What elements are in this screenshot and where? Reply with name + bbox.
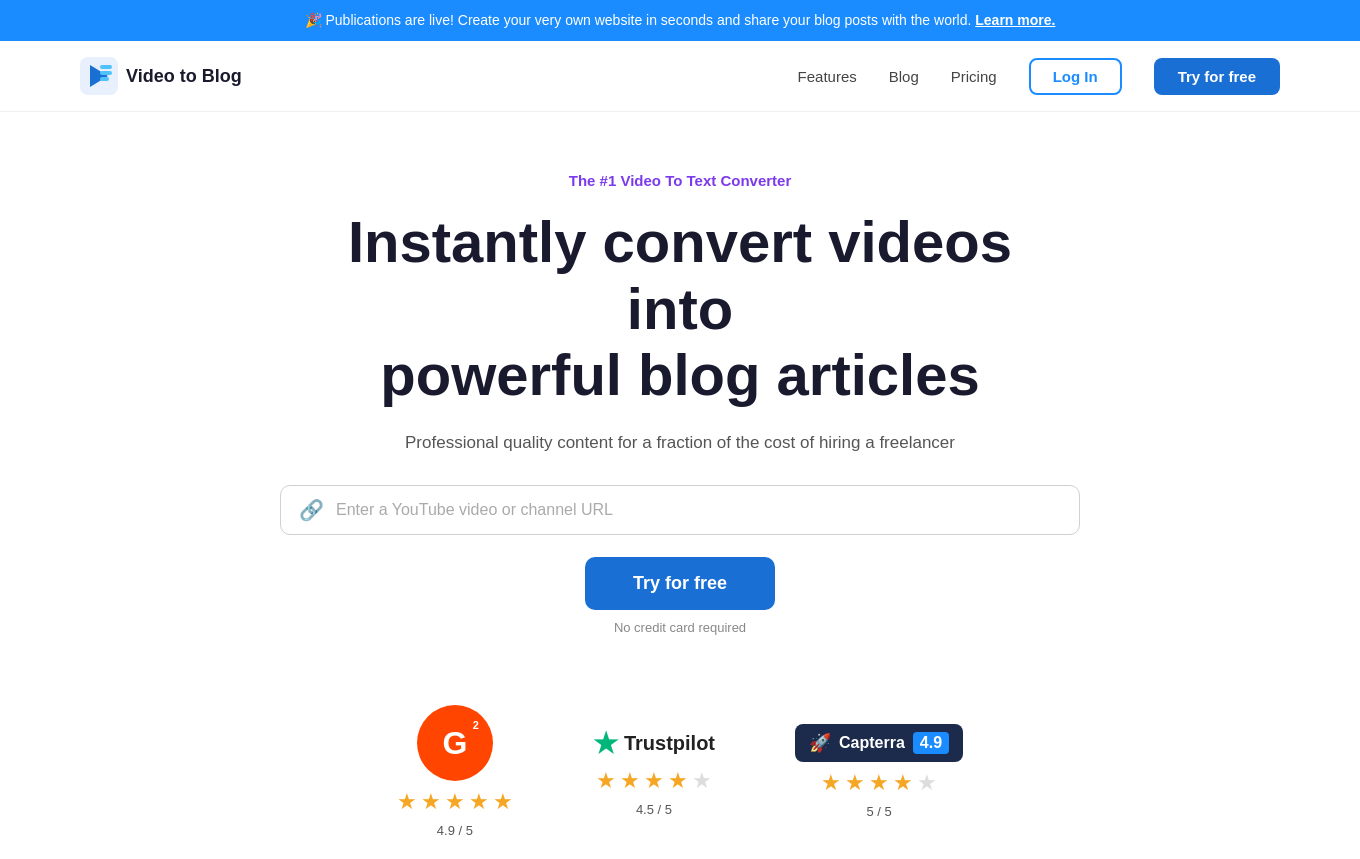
g2-rating: 2 G ★ ★ ★ ★ ★ 4.9 / 5 [397,705,513,838]
hero-section: The #1 Video To Text Converter Instantly… [0,112,1360,859]
cap-star-3: ★ [869,770,889,796]
hero-title: Instantly convert videos into powerful b… [290,209,1070,409]
capterra-score-badge: 4.9 [913,732,949,754]
capterra-rating: 🚀 Capterra 4.9 ★ ★ ★ ★ ★ 5 / 5 [795,724,963,819]
g2-letter: G [442,727,467,759]
capterra-stars: ★ ★ ★ ★ ★ [821,770,937,796]
g2-badge: 2 G [417,705,493,781]
star-4: ★ [469,789,489,815]
nav-links: Features Blog Pricing Log In Try for fre… [798,58,1280,95]
announcement-banner: 🎉 Publications are live! Create your ver… [0,0,1360,41]
star-5: ★ [493,789,513,815]
svg-rect-2 [100,65,112,69]
tp-star-1: ★ [596,768,616,794]
nav-try-button[interactable]: Try for free [1154,58,1280,95]
navigation: Video to Blog Features Blog Pricing Log … [0,41,1360,112]
cap-star-2: ★ [845,770,865,796]
ratings-section: 2 G ★ ★ ★ ★ ★ 4.9 / 5 ★ Trustpilot ★ ★ ★ [20,685,1340,859]
capterra-badge: 🚀 Capterra 4.9 [795,724,963,762]
g2-stars: ★ ★ ★ ★ ★ [397,789,513,815]
logo-text: Video to Blog [126,66,242,87]
hero-title-line2: powerful blog articles [380,342,979,407]
hero-try-button[interactable]: Try for free [585,557,775,610]
trustpilot-rating: ★ Trustpilot ★ ★ ★ ★ ★ 4.5 / 5 [593,727,715,817]
star-2: ★ [421,789,441,815]
trustpilot-stars: ★ ★ ★ ★ ★ [596,768,712,794]
hero-title-line1: Instantly convert videos into [348,209,1012,341]
no-credit-card-text: No credit card required [614,620,746,635]
star-1: ★ [397,789,417,815]
capterra-label: Capterra [839,734,905,752]
nav-blog[interactable]: Blog [889,68,919,85]
trustpilot-badge: ★ Trustpilot [593,727,715,760]
cap-star-5: ★ [917,770,937,796]
nav-features[interactable]: Features [798,68,857,85]
hero-subtitle: Professional quality content for a fract… [405,433,955,453]
cap-star-1: ★ [821,770,841,796]
logo-link[interactable]: Video to Blog [80,57,242,95]
login-button[interactable]: Log In [1029,58,1122,95]
banner-text: 🎉 Publications are live! Create your ver… [305,12,972,28]
nav-pricing[interactable]: Pricing [951,68,997,85]
banner-link[interactable]: Learn more. [975,12,1055,28]
star-3: ★ [445,789,465,815]
trustpilot-score: 4.5 / 5 [636,802,672,817]
capterra-score-text: 5 / 5 [866,804,891,819]
tp-star-4: ★ [668,768,688,794]
trustpilot-star-icon: ★ [593,727,618,760]
link-icon: 🔗 [299,498,324,522]
tp-star-5: ★ [692,768,712,794]
g2-score: 4.9 / 5 [437,823,473,838]
hero-tag: The #1 Video To Text Converter [569,172,792,189]
capterra-icon: 🚀 [809,732,831,754]
trustpilot-label: Trustpilot [624,732,715,755]
tp-star-2: ★ [620,768,640,794]
cap-star-4: ★ [893,770,913,796]
logo-icon [80,57,118,95]
svg-rect-3 [100,71,112,75]
g2-superscript: 2 [473,719,479,731]
url-input[interactable] [336,501,1061,519]
url-input-container: 🔗 [280,485,1080,535]
svg-rect-4 [100,77,109,81]
tp-star-3: ★ [644,768,664,794]
